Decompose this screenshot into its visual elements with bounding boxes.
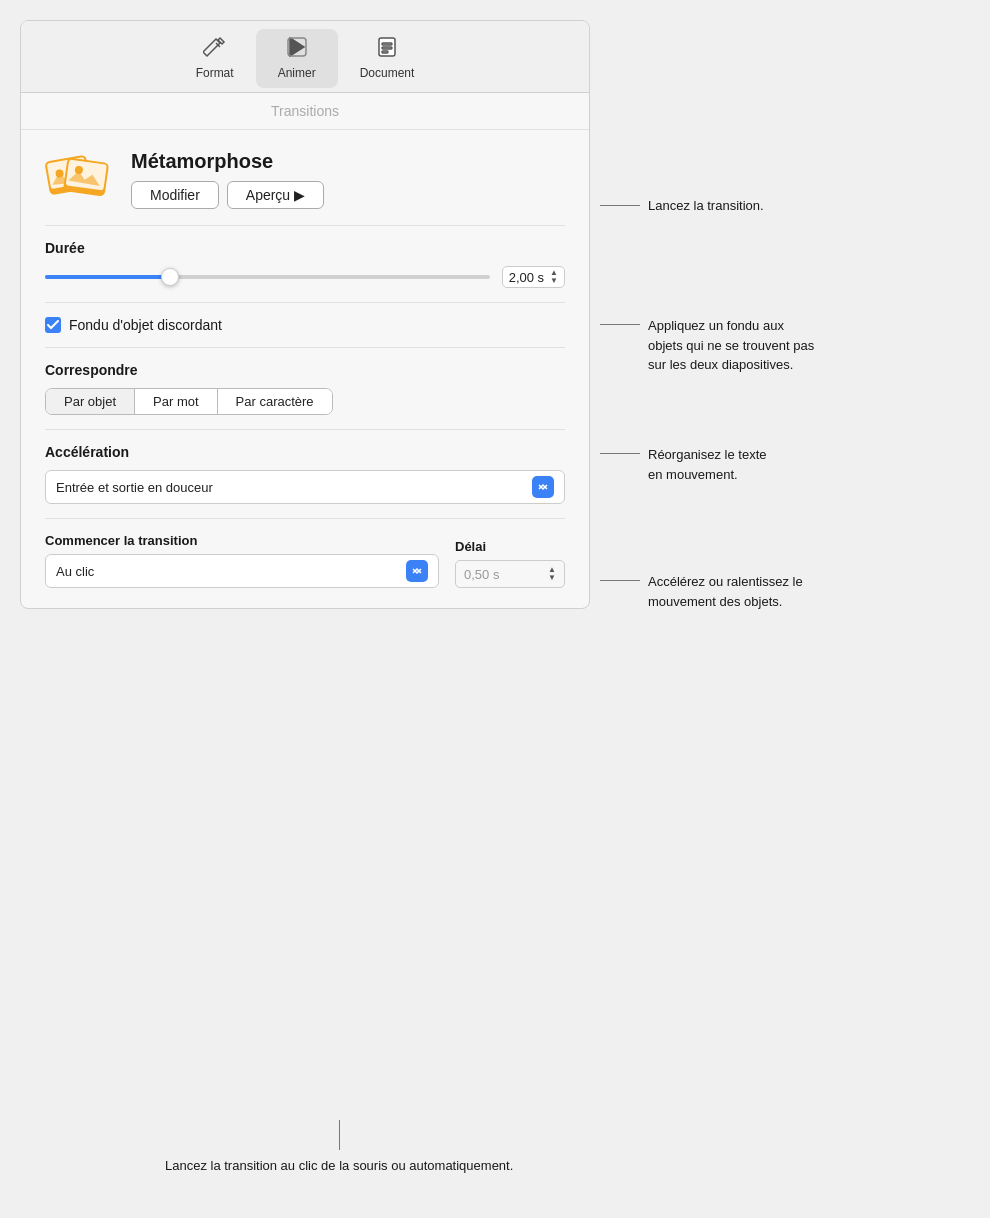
par-mot-btn[interactable]: Par mot	[135, 389, 218, 414]
slider-fill	[45, 275, 170, 279]
bottom-callout: Lancez la transition au clic de la souri…	[165, 1120, 513, 1176]
duration-slider[interactable]	[45, 275, 490, 279]
format-tab[interactable]: Format	[174, 29, 256, 88]
animer-label: Animer	[278, 66, 316, 80]
annotation-apercu-text: Lancez la transition.	[648, 198, 764, 213]
delai-label: Délai	[455, 539, 565, 554]
svg-rect-4	[382, 51, 388, 53]
annotation-acceleration: Accélérez ou ralentissez lemouvement des…	[600, 572, 803, 611]
annotation-acceleration-text: Accélérez ou ralentissez lemouvement des…	[648, 572, 803, 611]
transitions-tab: Transitions	[21, 93, 589, 130]
separator-1	[45, 225, 565, 226]
transition-icon	[45, 150, 115, 209]
commencer-value: Au clic	[56, 564, 94, 579]
duration-value: 2,00 s	[509, 270, 544, 285]
par-caractere-btn[interactable]: Par caractère	[218, 389, 332, 414]
animer-icon	[285, 35, 309, 62]
svg-rect-3	[382, 47, 392, 49]
correspondre-label: Correspondre	[45, 362, 565, 378]
separator-5	[45, 518, 565, 519]
svg-rect-2	[382, 43, 392, 45]
slider-thumb[interactable]	[161, 268, 179, 286]
content: Métamorphose Modifier Aperçu ▶ Durée	[21, 130, 589, 608]
annotations-area: Lancez la transition. Appliquez un fondu…	[590, 20, 970, 920]
duration-row: 2,00 s ▲ ▼	[45, 266, 565, 288]
document-icon	[375, 35, 399, 62]
annotation-fondu: Appliquez un fondu auxobjets qui ne se t…	[600, 316, 814, 375]
delai-stepper-down[interactable]: ▼	[548, 574, 556, 582]
commencer-arrow	[406, 560, 428, 582]
annotation-line-apercu	[600, 205, 640, 206]
panel: Format Animer	[20, 20, 590, 609]
commencer-row: Commencer la transition Au clic Délai	[45, 533, 565, 588]
animer-tab[interactable]: Animer	[256, 29, 338, 88]
format-label: Format	[196, 66, 234, 80]
toolbar: Format Animer	[21, 21, 589, 93]
format-icon	[203, 35, 227, 62]
transition-name: Métamorphose	[131, 150, 324, 173]
separator-3	[45, 347, 565, 348]
delai-stepper[interactable]: ▲ ▼	[548, 566, 556, 582]
svg-rect-10	[66, 160, 107, 191]
fondu-checkbox[interactable]	[45, 317, 61, 333]
duree-section: Durée 2,00 s ▲ ▼	[45, 240, 565, 288]
document-label: Document	[360, 66, 415, 80]
commencer-label: Commencer la transition	[45, 533, 439, 548]
acceleration-arrow	[532, 476, 554, 498]
fondu-label: Fondu d'objet discordant	[69, 317, 222, 333]
outer-container: Format Animer	[20, 20, 970, 920]
duree-label: Durée	[45, 240, 565, 256]
annotation-line-fondu	[600, 324, 640, 325]
duration-input[interactable]: 2,00 s ▲ ▼	[502, 266, 565, 288]
acceleration-section: Accélération Entrée et sortie en douceur	[45, 444, 565, 504]
delai-col: Délai 0,50 s ▲ ▼	[455, 539, 565, 588]
commencer-annotation: Lancez la transition au clic de la souri…	[165, 1158, 513, 1173]
acceleration-value: Entrée et sortie en douceur	[56, 480, 213, 495]
acceleration-select[interactable]: Entrée et sortie en douceur	[45, 470, 565, 504]
separator-4	[45, 429, 565, 430]
fondu-row: Fondu d'objet discordant	[45, 317, 565, 333]
delai-input[interactable]: 0,50 s ▲ ▼	[455, 560, 565, 588]
correspondre-section: Correspondre Par objet Par mot Par carac…	[45, 362, 565, 415]
modifier-button[interactable]: Modifier	[131, 181, 219, 209]
annotation-caractere: Réorganisez le texteen mouvement.	[600, 445, 767, 484]
bottom-line	[339, 1120, 340, 1150]
annotation-apercu: Lancez la transition.	[600, 198, 764, 213]
commencer-col: Commencer la transition Au clic	[45, 533, 439, 588]
document-tab[interactable]: Document	[338, 29, 437, 88]
par-objet-btn[interactable]: Par objet	[46, 389, 135, 414]
annotation-fondu-text: Appliquez un fondu auxobjets qui ne se t…	[648, 316, 814, 375]
transition-info: Métamorphose Modifier Aperçu ▶	[131, 150, 324, 209]
annotation-line-caractere	[600, 453, 640, 454]
commencer-select[interactable]: Au clic	[45, 554, 439, 588]
correspondre-segment: Par objet Par mot Par caractère	[45, 388, 333, 415]
annotation-line-acceleration	[600, 580, 640, 581]
annotation-caractere-text: Réorganisez le texteen mouvement.	[648, 445, 767, 484]
acceleration-label: Accélération	[45, 444, 565, 460]
transition-buttons: Modifier Aperçu ▶	[131, 181, 324, 209]
apercu-button[interactable]: Aperçu ▶	[227, 181, 324, 209]
transition-header: Métamorphose Modifier Aperçu ▶	[45, 150, 565, 209]
separator-2	[45, 302, 565, 303]
duration-stepper[interactable]: ▲ ▼	[550, 269, 558, 285]
stepper-down[interactable]: ▼	[550, 277, 558, 285]
delai-value: 0,50 s	[464, 567, 499, 582]
